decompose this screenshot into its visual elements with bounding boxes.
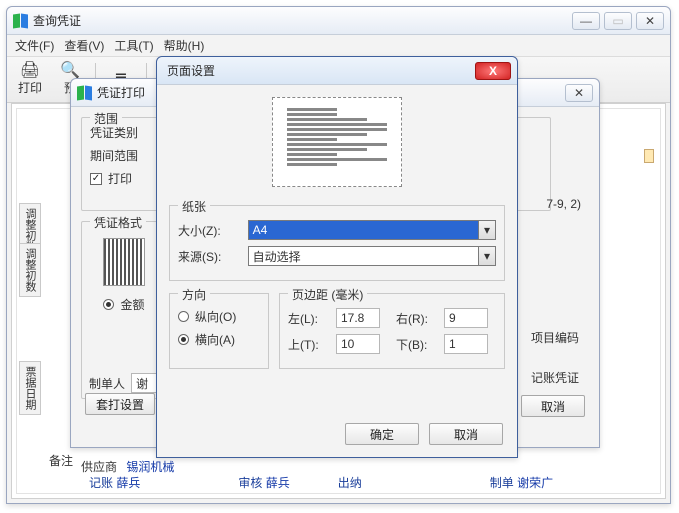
- bottom-label: 下(B):: [396, 336, 438, 353]
- paper-size-select[interactable]: A4 ▾: [248, 220, 496, 240]
- menu-file[interactable]: 文件(F): [15, 37, 54, 54]
- portrait-label: 纵向(O): [195, 308, 236, 325]
- margin-bottom-input[interactable]: [444, 334, 488, 354]
- print-check-label: 打印: [108, 170, 132, 187]
- preview-icon: 🔍: [60, 63, 80, 79]
- menu-tools[interactable]: 工具(T): [114, 37, 153, 54]
- side-tag-ticket[interactable]: 票据日期: [19, 361, 41, 415]
- print-checkbox[interactable]: [90, 173, 102, 185]
- source-label: 来源(S):: [178, 248, 242, 265]
- period-label: 期间范围: [90, 147, 138, 164]
- chevron-down-icon: ▾: [478, 221, 495, 239]
- status-entry: 记账: [89, 476, 113, 490]
- status-line: 记账 薛兵 审核 薛兵 出纳 制单 谢荣广: [27, 474, 650, 491]
- format-preview-icon: [103, 238, 145, 286]
- landscape-label: 横向(A): [195, 331, 235, 348]
- toolbar-print-label: 打印: [18, 79, 42, 96]
- minimize-button[interactable]: —: [572, 12, 600, 30]
- margins-legend: 页边距 (毫米): [288, 286, 367, 303]
- status-audit-who: 薛兵: [266, 476, 290, 490]
- page-setup-dialog: 页面设置 X 纸张 大小(Z): A4 ▾ 来源(S): 自动选择 ▾: [156, 56, 518, 458]
- status-audit: 审核: [238, 476, 262, 490]
- top-label: 上(T):: [288, 336, 330, 353]
- close-button[interactable]: ✕: [636, 12, 664, 30]
- paper-legend: 纸张: [178, 198, 210, 215]
- portrait-radio[interactable]: [178, 311, 189, 322]
- status-cashier: 出纳: [338, 476, 362, 490]
- left-label: 左(L):: [288, 310, 330, 327]
- maximize-button[interactable]: ▭: [604, 12, 632, 30]
- supplier-label: 供应商: [81, 460, 117, 474]
- supplier-line: 供应商 锡润机械: [81, 458, 174, 475]
- toolbar-print[interactable]: 🖨 打印: [13, 63, 47, 96]
- dlg2-close-button[interactable]: ✕: [565, 84, 593, 102]
- source-value: 自动选择: [249, 248, 478, 265]
- side-tag-adjust2[interactable]: 调整初数: [19, 243, 41, 297]
- size-value: A4: [249, 223, 478, 237]
- menu-bar: 文件(F) 查看(V) 工具(T) 帮助(H): [7, 35, 670, 57]
- margin-top-input[interactable]: [336, 334, 380, 354]
- app-icon: [13, 14, 29, 28]
- supplier-value: 锡润机械: [126, 460, 174, 474]
- status-entry-who: 薛兵: [116, 476, 140, 490]
- dlg3-titlebar[interactable]: 页面设置 X: [157, 57, 517, 85]
- chevron-down-icon: ▾: [478, 247, 495, 265]
- paper-source-select[interactable]: 自动选择 ▾: [248, 246, 496, 266]
- format-legend: 凭证格式: [90, 214, 146, 231]
- right-col-item: 项目编码: [531, 329, 591, 346]
- dlg3-title: 页面设置: [167, 62, 215, 79]
- margin-left-input[interactable]: [336, 308, 380, 328]
- main-titlebar[interactable]: 查询凭证 — ▭ ✕: [7, 7, 670, 35]
- margins-fieldset: 页边距 (毫米) 左(L): 右(R): 上(T): 下(B):: [279, 293, 505, 369]
- maker-label: 制单人: [89, 375, 125, 392]
- right-col-voucher: 记账凭证: [531, 369, 591, 386]
- page-preview: [272, 97, 402, 187]
- app-icon: [77, 86, 93, 100]
- status-maker-who: 谢荣广: [517, 476, 553, 490]
- range-legend: 范围: [90, 110, 122, 127]
- dlg2-cancel-button[interactable]: 取消: [521, 395, 585, 417]
- cancel-button[interactable]: 取消: [429, 423, 503, 445]
- amount-radio[interactable]: [103, 299, 114, 310]
- margin-right-input[interactable]: [444, 308, 488, 328]
- ok-button[interactable]: 确定: [345, 423, 419, 445]
- size-label: 大小(Z):: [178, 222, 242, 239]
- orientation-fieldset: 方向 纵向(O) 横向(A): [169, 293, 269, 369]
- orient-legend: 方向: [178, 286, 210, 303]
- range-note: 7-9, 2): [546, 197, 581, 211]
- dlg2-title: 凭证打印: [97, 84, 145, 101]
- remark-label: 备注: [49, 452, 73, 469]
- main-title: 查询凭证: [33, 12, 81, 29]
- status-maker: 制单: [490, 476, 514, 490]
- template-settings-button[interactable]: 套打设置: [85, 393, 155, 415]
- landscape-radio[interactable]: [178, 334, 189, 345]
- menu-view[interactable]: 查看(V): [64, 37, 104, 54]
- menu-help[interactable]: 帮助(H): [164, 37, 205, 54]
- right-label: 右(R):: [396, 310, 438, 327]
- search-icon-right[interactable]: [644, 149, 654, 163]
- paper-fieldset: 纸张 大小(Z): A4 ▾ 来源(S): 自动选择 ▾: [169, 205, 505, 281]
- printer-icon: 🖨: [20, 63, 40, 79]
- dlg3-close-button[interactable]: X: [475, 62, 511, 80]
- amount-label: 金额: [120, 296, 144, 313]
